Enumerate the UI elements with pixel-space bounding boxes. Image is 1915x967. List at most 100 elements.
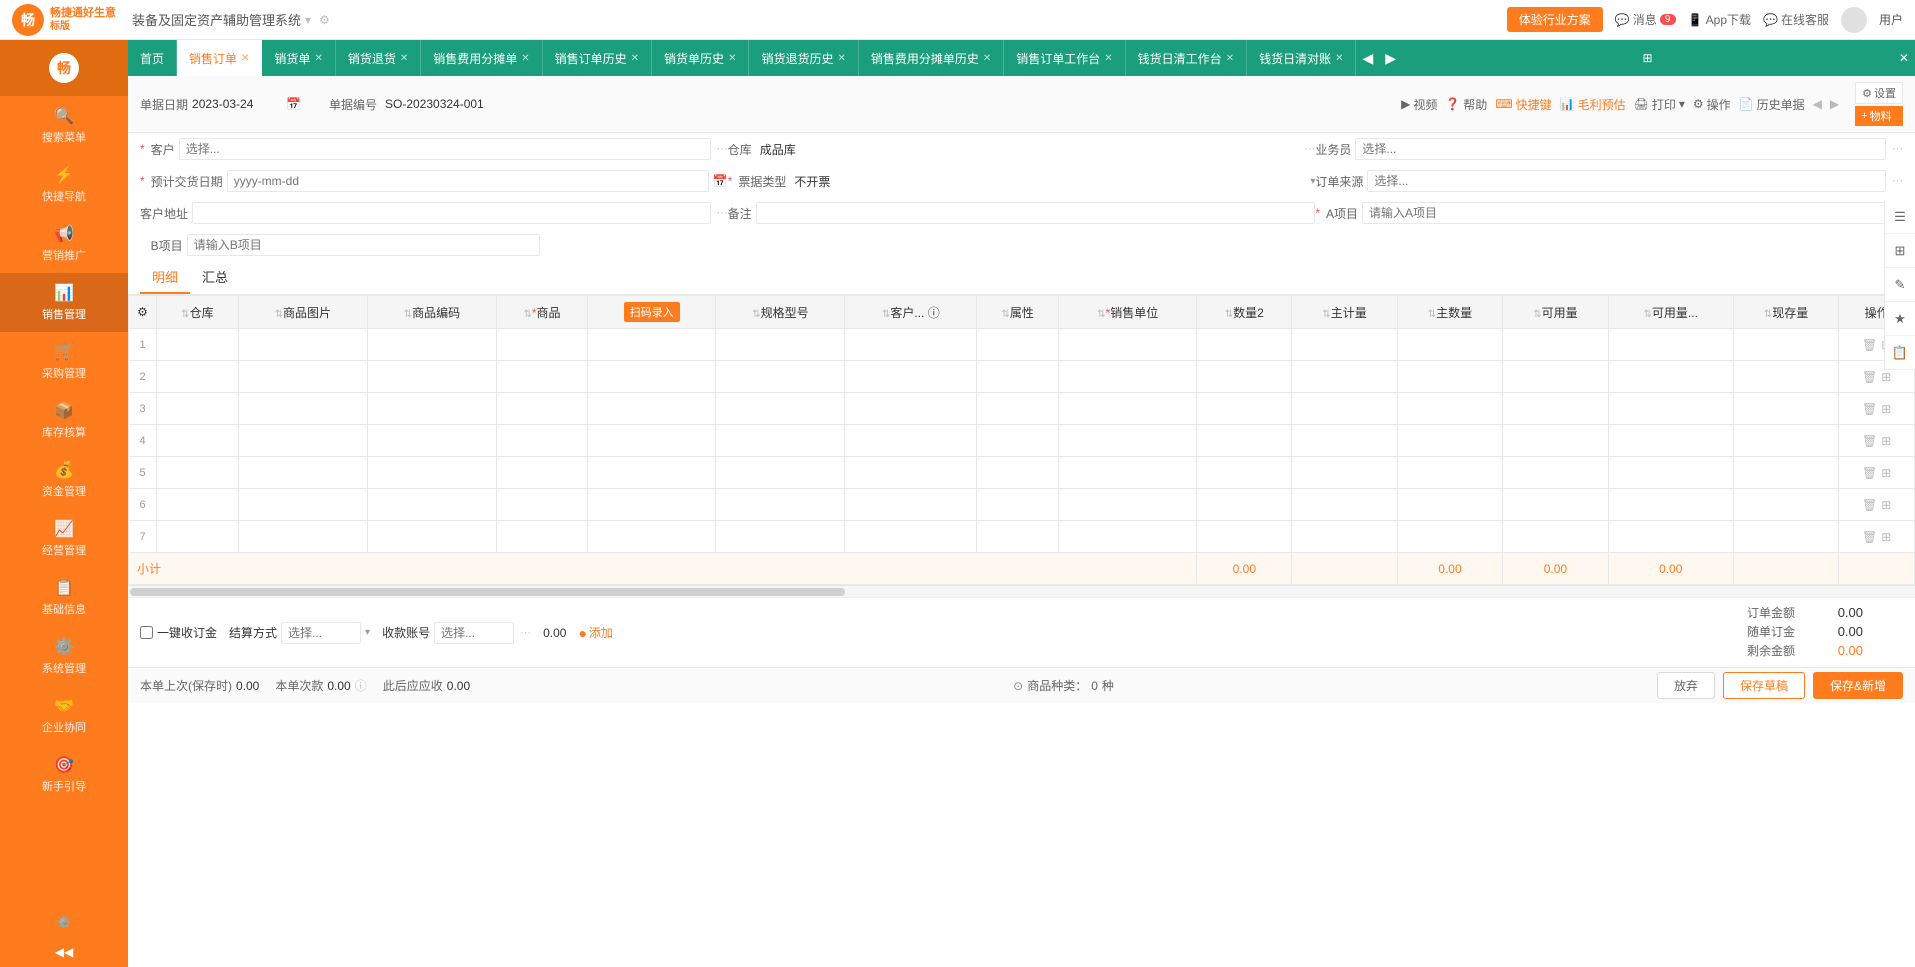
tab-sales-order-history[interactable]: 销售订单历史 ✕ <box>543 40 652 76</box>
tab-close-sales-refund-history[interactable]: ✕ <box>728 53 736 64</box>
table-tab-summary[interactable]: 汇总 <box>190 261 240 294</box>
row-copy-3[interactable]: ⊞ <box>1881 402 1891 416</box>
view-btn[interactable]: ▶ 视频 <box>1401 96 1437 113</box>
order-source-input[interactable] <box>1367 170 1886 192</box>
sidebar-collapse-btn[interactable]: ◀◀ <box>0 937 128 967</box>
row-copy-5[interactable]: ⊞ <box>1881 466 1891 480</box>
next-doc-icon[interactable]: ▶ <box>1830 97 1839 111</box>
tab-sales-return[interactable]: 销货退货 ✕ <box>336 40 421 76</box>
warehouse-more-icon[interactable]: ··· <box>1304 143 1315 155</box>
tab-sales-return-history[interactable]: 销货退货历史 ✕ <box>749 40 858 76</box>
table-scrollbar[interactable] <box>128 585 1915 597</box>
sidebar-item-search[interactable]: 🔍 搜索菜单 <box>0 96 128 155</box>
quick-pay-checkbox[interactable]: 一键收订金 <box>140 624 217 641</box>
tab-prev-btn[interactable]: ◀ <box>1356 40 1379 76</box>
app-download-btn[interactable]: 📱 App下载 <box>1688 11 1751 28</box>
industry-btn[interactable]: 体验行业方案 <box>1507 7 1603 32</box>
row-delete-1[interactable]: 🗑 <box>1862 338 1877 352</box>
col-settings[interactable]: ⚙ <box>129 296 157 329</box>
agent-input[interactable] <box>1355 138 1886 160</box>
right-btn-4[interactable]: ★ <box>1885 302 1915 336</box>
print-btn[interactable]: 🖨 打印 ▾ <box>1634 96 1685 113</box>
add-material-btn[interactable]: + 物料 <box>1855 106 1903 126</box>
tab-sales-refund-history[interactable]: 销货单历史 ✕ <box>652 40 749 76</box>
row-copy-7[interactable]: ⊞ <box>1881 530 1891 544</box>
table-scrollbar-thumb[interactable] <box>130 588 845 596</box>
sidebar-item-inventory[interactable]: 📦 库存核算 <box>0 391 128 450</box>
tab-expand-btn[interactable]: ⊞ <box>1636 40 1658 76</box>
system-settings-icon[interactable]: ⚙ <box>319 13 330 27</box>
tab-home[interactable]: 首页 <box>128 40 177 76</box>
user-avatar[interactable] <box>1841 7 1867 33</box>
tab-close-sales-order-history[interactable]: ✕ <box>631 53 639 64</box>
tab-close-sales-refund[interactable]: ✕ <box>314 53 322 64</box>
save-draft-btn[interactable]: 保存草稿 <box>1723 672 1805 699</box>
history-doc-btn[interactable]: 📄 历史单据 <box>1739 96 1805 113</box>
right-btn-1[interactable]: ☰ <box>1885 200 1915 234</box>
profit-btn[interactable]: 📊 毛利预估 <box>1560 96 1626 113</box>
sidebar-item-marketing[interactable]: 📢 营销推广 <box>0 214 128 273</box>
project-b-input[interactable] <box>187 234 540 256</box>
sidebar-settings-btn[interactable]: ⚙️ <box>0 908 128 937</box>
project-a-input[interactable] <box>1362 202 1903 224</box>
note-input[interactable] <box>756 202 1316 224</box>
row-copy-2[interactable]: ⊞ <box>1881 370 1891 384</box>
right-btn-5[interactable]: 📋 <box>1885 336 1915 370</box>
bank-account-input[interactable] <box>434 622 514 644</box>
shortcut-btn[interactable]: ⌨ 快捷键 <box>1495 96 1551 113</box>
tab-close-sales-order-workbench[interactable]: ✕ <box>1104 53 1112 64</box>
row-copy-4[interactable]: ⊞ <box>1881 434 1891 448</box>
scan-btn[interactable]: 扫码录入 <box>624 302 680 322</box>
sidebar-item-finance[interactable]: 💰 资金管理 <box>0 450 128 509</box>
doc-date-input[interactable] <box>192 97 282 111</box>
prev-doc-icon[interactable]: ◀ <box>1813 97 1822 111</box>
right-btn-2[interactable]: ⊞ <box>1885 234 1915 268</box>
row-delete-6[interactable]: 🗑 <box>1862 498 1877 512</box>
row-delete-5[interactable]: 🗑 <box>1862 466 1877 480</box>
row-delete-3[interactable]: 🗑 <box>1862 402 1877 416</box>
tab-close-sales-expense-history[interactable]: ✕ <box>983 53 991 64</box>
bank-account-more-icon[interactable]: ··· <box>520 627 531 639</box>
customer-input[interactable] <box>179 138 711 160</box>
delivery-calendar-icon[interactable]: 📅 <box>713 174 728 188</box>
row-delete-2[interactable]: 🗑 <box>1862 370 1877 384</box>
quick-pay-checkbox-input[interactable] <box>140 626 153 639</box>
settings-quick-btn[interactable]: ⚙ 设置 <box>1855 82 1903 104</box>
product-count-icon[interactable]: ⊙ <box>1013 679 1023 693</box>
order-source-more-icon[interactable]: ··· <box>1892 175 1903 187</box>
tab-close-all-btn[interactable]: ✕ <box>1893 40 1915 76</box>
system-dropdown-icon[interactable]: ▾ <box>305 13 311 27</box>
help-btn[interactable]: ❓ 帮助 <box>1445 96 1487 113</box>
operations-btn[interactable]: ⚙ 操作 <box>1693 96 1731 113</box>
tab-cash-daily[interactable]: 钱货日清工作台 ✕ <box>1126 40 1247 76</box>
save-new-btn[interactable]: 保存&新增 <box>1813 672 1903 699</box>
sidebar-item-guide[interactable]: 🎯 新手引导 <box>0 745 128 804</box>
tab-close-sales-return[interactable]: ✕ <box>400 53 408 64</box>
tab-close-sales-return-history[interactable]: ✕ <box>837 53 845 64</box>
calendar-icon[interactable]: 📅 <box>286 97 301 111</box>
tab-close-sales-expense-split[interactable]: ✕ <box>521 53 529 64</box>
right-btn-3[interactable]: ✎ <box>1885 268 1915 302</box>
agent-more-icon[interactable]: ··· <box>1892 143 1903 155</box>
sidebar-item-operations[interactable]: 📈 经营管理 <box>0 509 128 568</box>
sidebar-item-sales[interactable]: 📊 销售管理 <box>0 273 128 332</box>
tab-close-sales-order[interactable]: ✕ <box>241 53 249 64</box>
tab-sales-order[interactable]: 销售订单 ✕ <box>177 40 262 76</box>
customer-addr-input[interactable] <box>192 202 711 224</box>
sidebar-item-quick-nav[interactable]: ⚡ 快捷导航 <box>0 155 128 214</box>
sidebar-item-base-info[interactable]: 📋 基础信息 <box>0 568 128 627</box>
tab-sales-expense-history[interactable]: 销售费用分摊单历史 ✕ <box>859 40 1004 76</box>
tab-sales-order-workbench[interactable]: 销售订单工作台 ✕ <box>1004 40 1125 76</box>
customer-addr-more-icon[interactable]: ··· <box>717 207 728 219</box>
delivery-date-input[interactable] <box>227 170 709 192</box>
tab-close-cash-reconcile[interactable]: ✕ <box>1335 53 1343 64</box>
customer-more-icon[interactable]: ··· <box>717 143 728 155</box>
discard-btn[interactable]: 放弃 <box>1657 672 1715 699</box>
row-delete-7[interactable]: 🗑 <box>1862 530 1877 544</box>
sidebar-item-purchase[interactable]: 🛒 采购管理 <box>0 332 128 391</box>
tab-sales-refund[interactable]: 销货单 ✕ <box>262 40 335 76</box>
table-tab-detail[interactable]: 明细 <box>140 261 190 294</box>
sidebar-item-system[interactable]: ⚙️ 系统管理 <box>0 627 128 686</box>
add-payment-btn[interactable]: ● 添加 <box>578 624 612 641</box>
sidebar-item-enterprise[interactable]: 🤝 企业协同 <box>0 686 128 745</box>
